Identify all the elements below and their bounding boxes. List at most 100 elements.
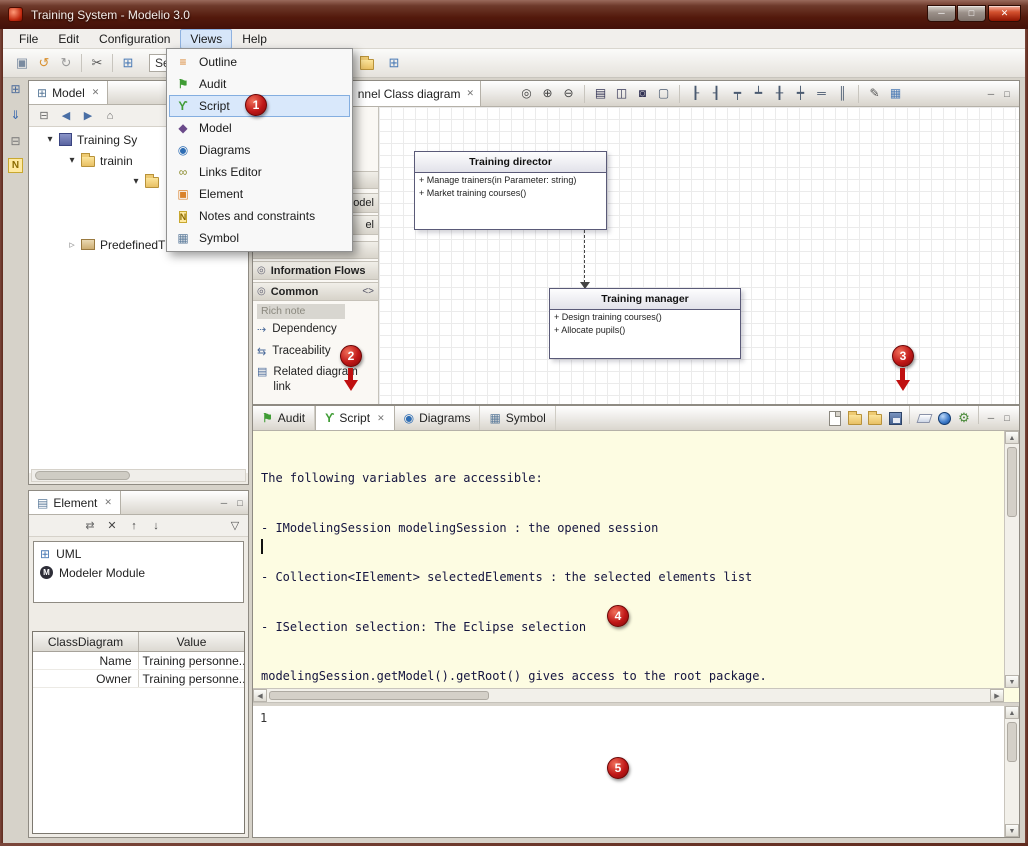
move-up-icon[interactable]: ↑ [125, 517, 143, 535]
menu-help[interactable]: Help [232, 29, 277, 49]
tab-diagrams[interactable]: ◉ Diagrams [395, 406, 481, 430]
tab-element[interactable]: ▤ Element ✕ [29, 491, 121, 514]
menu-configuration[interactable]: Configuration [89, 29, 180, 49]
delete-icon[interactable]: ✕ [103, 517, 121, 535]
menu-item-outline[interactable]: ≡ Outline [169, 51, 350, 73]
distribute-icon[interactable]: ┿ [791, 84, 810, 103]
close-button[interactable]: ✕ [988, 5, 1021, 22]
zoom-out-icon[interactable]: ⊖ [559, 84, 578, 103]
palette-item-dependency[interactable]: ⇢ Dependency [257, 323, 374, 338]
collapse-chevron-icon[interactable]: ▹ [65, 238, 79, 251]
select-icon[interactable]: ▢ [654, 84, 673, 103]
menu-item-symbol[interactable]: ▦ Symbol [169, 227, 350, 249]
table-row[interactable]: Owner Training personne... [33, 670, 244, 688]
note-icon[interactable]: N [8, 158, 23, 173]
script-console-output[interactable]: The following variables are accessible: … [253, 431, 1019, 703]
restore-view-icon[interactable]: ⊞ [7, 80, 25, 98]
scrollbar-thumb[interactable] [1007, 722, 1017, 762]
maximize-view-icon[interactable]: □ [232, 498, 248, 508]
open-folder-icon[interactable] [360, 55, 374, 70]
align-bottom-icon[interactable]: ┷ [749, 84, 768, 103]
class-training-director[interactable]: Training director + Manage trainers(in P… [414, 151, 607, 230]
input-vertical-scrollbar[interactable]: ▲ ▼ [1004, 706, 1019, 837]
scroll-down-icon[interactable]: ▼ [1005, 824, 1019, 837]
run-icon[interactable] [934, 408, 954, 428]
section-layout-icon[interactable]: <> [362, 286, 374, 297]
menu-edit[interactable]: Edit [48, 29, 89, 49]
diagram-canvas[interactable]: Training director + Manage trainers(in P… [379, 107, 1019, 404]
same-width-icon[interactable]: ═ [812, 84, 831, 103]
collapse-all-icon[interactable]: ⊟ [35, 107, 53, 125]
scrollbar-thumb[interactable] [269, 691, 489, 700]
menu-item-element[interactable]: ▣ Element [169, 183, 350, 205]
expand-chevron-icon[interactable]: ▾ [129, 176, 143, 187]
new-diagram-icon[interactable]: ⊞ [383, 52, 405, 74]
menu-views[interactable]: Views [180, 28, 233, 49]
scrollbar-thumb[interactable] [1007, 447, 1017, 517]
align-top-icon[interactable]: ┯ [728, 84, 747, 103]
tab-symbol[interactable]: ▦ Symbol [480, 406, 556, 430]
menu-file[interactable]: File [9, 29, 48, 49]
open-script-icon[interactable] [845, 408, 865, 428]
title-bar[interactable]: Training System - Modelio 3.0 ─ □ ✕ [0, 0, 1028, 29]
save-image-icon[interactable]: ◫ [612, 84, 631, 103]
scroll-left-icon[interactable]: ◀ [253, 689, 267, 702]
home-icon[interactable]: ⌂ [101, 107, 119, 125]
view-menu-icon[interactable]: ▽ [226, 517, 244, 535]
minimize-view-icon[interactable]: ─ [983, 89, 999, 99]
model-horizontal-scrollbar[interactable] [31, 469, 246, 482]
save-script-icon[interactable] [885, 408, 905, 428]
menu-item-audit[interactable]: ⚑ Audit [169, 73, 350, 95]
class-training-manager[interactable]: Training manager + Design training cours… [549, 288, 741, 359]
scroll-up-icon[interactable]: ▲ [1005, 706, 1019, 719]
import-icon[interactable]: ⇓ [7, 106, 25, 124]
minimize-view-icon[interactable]: ─ [216, 498, 232, 508]
property-value[interactable]: Training personne... [139, 652, 245, 669]
link-icon[interactable]: ⇄ [81, 517, 99, 535]
expand-chevron-icon[interactable]: ▾ [65, 155, 79, 166]
menu-item-model[interactable]: ◆ Model [169, 117, 350, 139]
undo-icon[interactable]: ↺ [33, 52, 55, 74]
settings-icon[interactable]: ⚙ [954, 408, 974, 428]
minimize-button[interactable]: ─ [927, 5, 956, 22]
zoom-in-icon[interactable]: ⊕ [538, 84, 557, 103]
expand-chevron-icon[interactable]: ▾ [43, 134, 57, 145]
move-down-icon[interactable]: ↓ [147, 517, 165, 535]
zoom-fit-icon[interactable]: ◎ [517, 84, 536, 103]
clear-icon[interactable] [914, 408, 934, 428]
tab-script[interactable]: ϒ Script ✕ [315, 406, 395, 430]
cut-icon[interactable]: ✂ [86, 52, 108, 74]
maximize-view-icon[interactable]: □ [999, 89, 1015, 99]
close-tab-icon[interactable]: ✕ [377, 413, 385, 424]
scroll-up-icon[interactable]: ▲ [1005, 431, 1019, 444]
minimize-view-icon[interactable]: ─ [983, 413, 999, 423]
scroll-right-icon[interactable]: ▶ [990, 689, 1004, 702]
console-vertical-scrollbar[interactable]: ▲ ▼ [1004, 431, 1019, 688]
pencil-icon[interactable]: ✎ [865, 84, 884, 103]
open-folder-icon[interactable] [865, 408, 885, 428]
close-tab-icon[interactable]: ✕ [92, 87, 100, 98]
save-icon[interactable]: ▣ [11, 52, 33, 74]
list-item-modeler-module[interactable]: M Modeler Module [34, 563, 243, 582]
column-header-value[interactable]: Value [139, 632, 244, 651]
menu-item-notes-and-constraints[interactable]: N Notes and constraints [169, 205, 350, 227]
list-item-uml[interactable]: ⊞ UML [34, 544, 243, 563]
maximize-view-icon[interactable]: □ [999, 413, 1015, 423]
new-script-icon[interactable] [825, 408, 845, 428]
back-icon[interactable]: ◀ [57, 107, 75, 125]
tab-model[interactable]: ⊞ Model ✕ [29, 81, 109, 104]
property-value[interactable]: Training personne... [139, 670, 245, 687]
same-height-icon[interactable]: ║ [833, 84, 852, 103]
console-horizontal-scrollbar[interactable]: ◀ ▶ [253, 688, 1004, 702]
align-right-icon[interactable]: ┨ [707, 84, 726, 103]
tab-audit[interactable]: ⚑ Audit [253, 406, 316, 430]
dependency-link[interactable] [580, 230, 590, 289]
show-grid-icon[interactable]: ▦ [886, 84, 905, 103]
align-left-icon[interactable]: ┠ [686, 84, 705, 103]
menu-item-links-editor[interactable]: ∞ Links Editor [169, 161, 350, 183]
export-icon[interactable]: ⊟ [7, 132, 25, 150]
redo-icon[interactable]: ↻ [55, 52, 77, 74]
scroll-down-icon[interactable]: ▼ [1005, 675, 1019, 688]
close-tab-icon[interactable]: ✕ [104, 497, 112, 508]
forward-icon[interactable]: ▶ [79, 107, 97, 125]
